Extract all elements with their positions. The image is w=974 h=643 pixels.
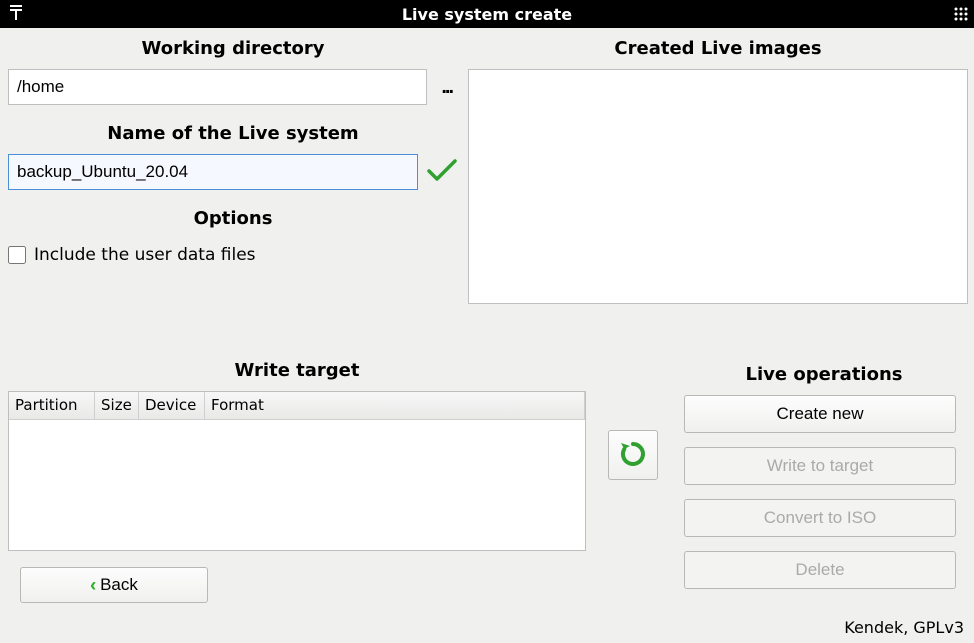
write-target-table[interactable]: Partition Size Device Format [8,391,586,551]
titlebar: Live system create [0,0,974,28]
delete-button[interactable]: Delete [684,551,956,589]
footer-credit: Kendek, GPLv3 [844,618,964,637]
table-header: Partition Size Device Format [9,392,585,420]
back-label: Back [100,575,138,595]
live-name-input[interactable] [8,154,418,190]
col-device[interactable]: Device [139,392,205,419]
col-partition[interactable]: Partition [9,392,95,419]
working-directory-label: Working directory [8,38,458,59]
write-target-label: Write target [8,360,586,381]
created-images-label: Created Live images [468,38,968,59]
name-label: Name of the Live system [8,123,458,144]
col-size[interactable]: Size [95,392,139,419]
convert-to-iso-button[interactable]: Convert to ISO [684,499,956,537]
apps-grid-icon[interactable] [954,6,968,25]
working-directory-input[interactable] [8,69,427,105]
include-userdata-row[interactable]: Include the user data files [8,245,458,265]
create-new-button[interactable]: Create new [684,395,956,433]
include-userdata-label: Include the user data files [34,245,256,265]
refresh-icon [618,439,648,472]
live-operations-label: Live operations [684,364,964,385]
window-menu-icon[interactable] [8,4,24,26]
back-button[interactable]: ‹‹ Back [20,567,208,603]
options-label: Options [8,208,458,229]
write-to-target-button[interactable]: Write to target [684,447,956,485]
checkmark-icon [426,158,458,186]
include-userdata-checkbox[interactable] [8,246,26,264]
col-format[interactable]: Format [205,392,585,419]
refresh-button[interactable] [608,430,658,480]
created-images-list[interactable] [468,69,968,304]
window-title: Live system create [402,5,572,24]
browse-button[interactable]: ... [435,76,458,99]
